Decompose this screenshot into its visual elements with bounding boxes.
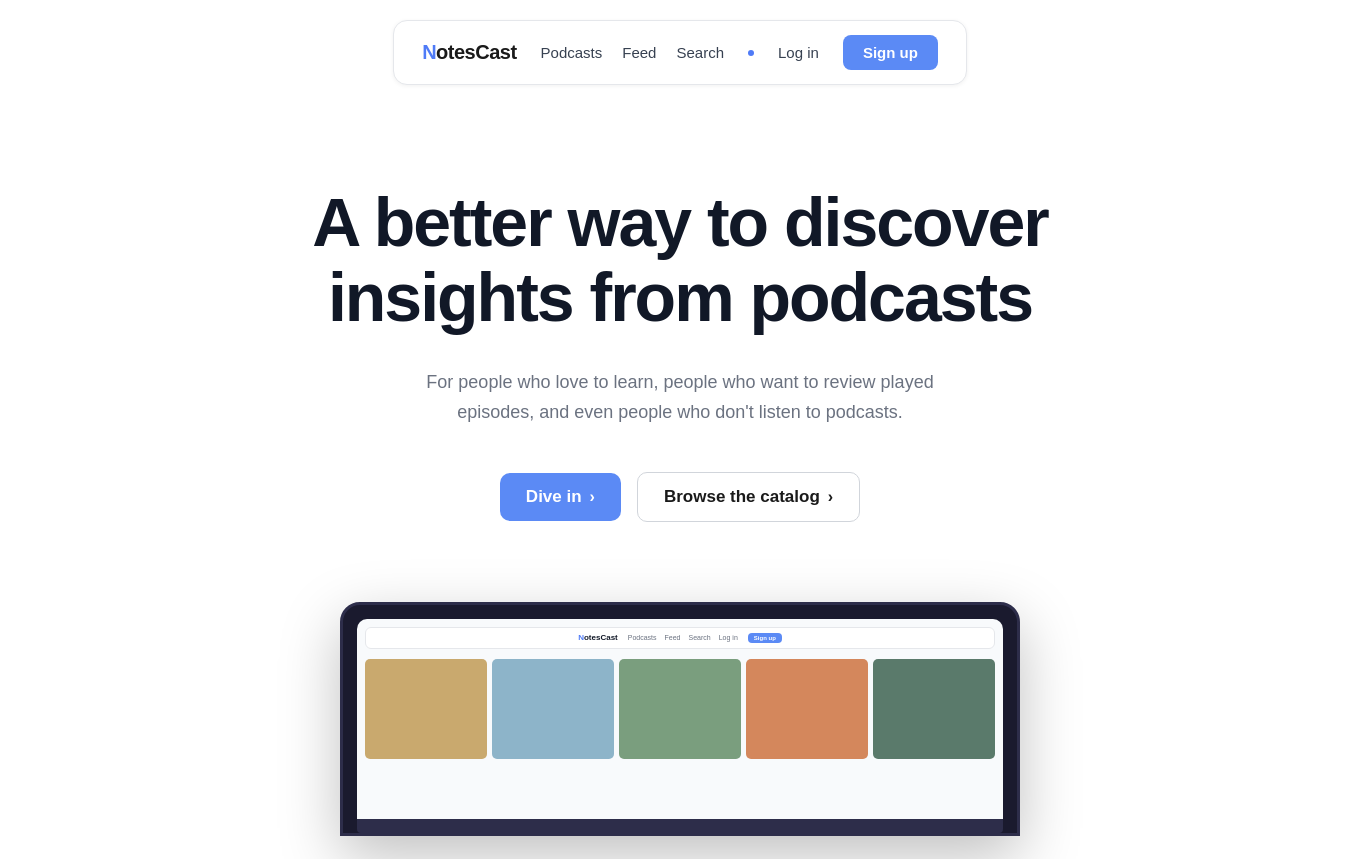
browse-catalog-label: Browse the catalog xyxy=(664,487,820,507)
hero-buttons: Dive in › Browse the catalog › xyxy=(500,472,860,522)
dive-in-button[interactable]: Dive in › xyxy=(500,473,621,521)
screen-logo-blue: N xyxy=(578,633,584,642)
screen-podcasts-link: Podcasts xyxy=(628,634,657,641)
screen-logo: NotesCast xyxy=(578,633,618,642)
nav-dot-indicator xyxy=(748,50,754,56)
screen-signup-btn: Sign up xyxy=(748,633,782,643)
screen-card-5 xyxy=(873,659,995,759)
laptop-screen: NotesCast Podcasts Feed Search Log in Si… xyxy=(357,619,1003,819)
nav-search-link[interactable]: Search xyxy=(676,44,724,61)
hero-section: A better way to discover insights from p… xyxy=(0,105,1360,582)
login-link[interactable]: Log in xyxy=(778,44,819,61)
laptop-frame: NotesCast Podcasts Feed Search Log in Si… xyxy=(340,602,1020,836)
laptop-base xyxy=(357,819,1003,833)
chevron-right-icon: › xyxy=(590,488,595,506)
screen-login-link: Log in xyxy=(719,634,738,641)
screen-card-2 xyxy=(492,659,614,759)
screen-feed-link: Feed xyxy=(665,634,681,641)
screen-card-1 xyxy=(365,659,487,759)
nav-podcasts-link[interactable]: Podcasts xyxy=(541,44,603,61)
screen-card-3 xyxy=(619,659,741,759)
browse-catalog-button[interactable]: Browse the catalog › xyxy=(637,472,860,522)
navbar: NotesCast Podcasts Feed Search Log in Si… xyxy=(393,20,967,85)
hero-title: A better way to discover insights from p… xyxy=(230,185,1130,335)
logo-blue-letter: N xyxy=(422,41,436,63)
screen-search-link: Search xyxy=(689,634,711,641)
logo-text: otesCast xyxy=(436,41,516,63)
screen-podcast-cards xyxy=(365,655,995,763)
screen-navbar: NotesCast Podcasts Feed Search Log in Si… xyxy=(365,627,995,649)
screen-card-4 xyxy=(746,659,868,759)
navbar-wrapper: NotesCast Podcasts Feed Search Log in Si… xyxy=(0,0,1360,105)
screen-nav-links: Podcasts Feed Search Log in xyxy=(628,634,738,641)
chevron-right-icon-2: › xyxy=(828,488,833,506)
nav-links: Podcasts Feed Search xyxy=(541,44,724,62)
screen-inner: NotesCast Podcasts Feed Search Log in Si… xyxy=(357,619,1003,771)
signup-button[interactable]: Sign up xyxy=(843,35,938,70)
hero-subtitle: For people who love to learn, people who… xyxy=(420,367,940,428)
nav-feed-link[interactable]: Feed xyxy=(622,44,656,61)
laptop-preview-section: NotesCast Podcasts Feed Search Log in Si… xyxy=(0,582,1360,836)
dive-in-label: Dive in xyxy=(526,487,582,507)
site-logo[interactable]: NotesCast xyxy=(422,41,516,64)
